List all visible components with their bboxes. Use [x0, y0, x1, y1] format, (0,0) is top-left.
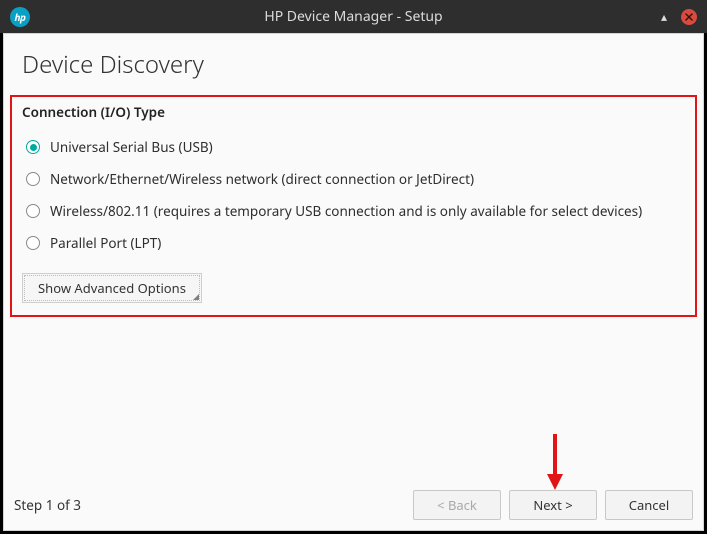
hp-logo-icon: hp	[10, 7, 30, 27]
titlebar: hp HP Device Manager - Setup ▴	[0, 0, 707, 33]
radio-icon	[26, 204, 40, 218]
window-controls: ▴	[657, 9, 697, 25]
connection-type-group: Connection (I/O) Type Universal Serial B…	[10, 95, 697, 317]
radio-option-usb[interactable]: Universal Serial Bus (USB)	[22, 131, 685, 163]
minimize-icon[interactable]: ▴	[657, 10, 671, 24]
radio-label: Network/Ethernet/Wireless network (direc…	[50, 170, 474, 188]
radio-label: Universal Serial Bus (USB)	[50, 138, 213, 156]
window-title: HP Device Manager - Setup	[0, 7, 707, 26]
cancel-button[interactable]: Cancel	[605, 490, 693, 520]
radio-label: Parallel Port (LPT)	[50, 234, 161, 252]
radio-option-network[interactable]: Network/Ethernet/Wireless network (direc…	[22, 163, 685, 195]
page-title: Device Discovery	[4, 34, 703, 89]
radio-label: Wireless/802.11 (requires a temporary US…	[50, 202, 642, 220]
back-button[interactable]: < Back	[413, 490, 501, 520]
radio-option-parallel[interactable]: Parallel Port (LPT)	[22, 227, 685, 259]
wizard-footer: Step 1 of 3 < Back Next > Cancel	[4, 482, 703, 530]
radio-option-wireless[interactable]: Wireless/802.11 (requires a temporary US…	[22, 195, 685, 227]
setup-window: Device Discovery Connection (I/O) Type U…	[3, 33, 704, 531]
radio-icon	[26, 236, 40, 250]
radio-icon	[26, 172, 40, 186]
step-indicator: Step 1 of 3	[14, 496, 81, 514]
show-advanced-options-button[interactable]: Show Advanced Options	[22, 273, 202, 303]
group-title: Connection (I/O) Type	[22, 103, 685, 121]
close-icon[interactable]	[681, 9, 697, 25]
radio-icon	[26, 140, 40, 154]
next-button[interactable]: Next >	[509, 490, 597, 520]
